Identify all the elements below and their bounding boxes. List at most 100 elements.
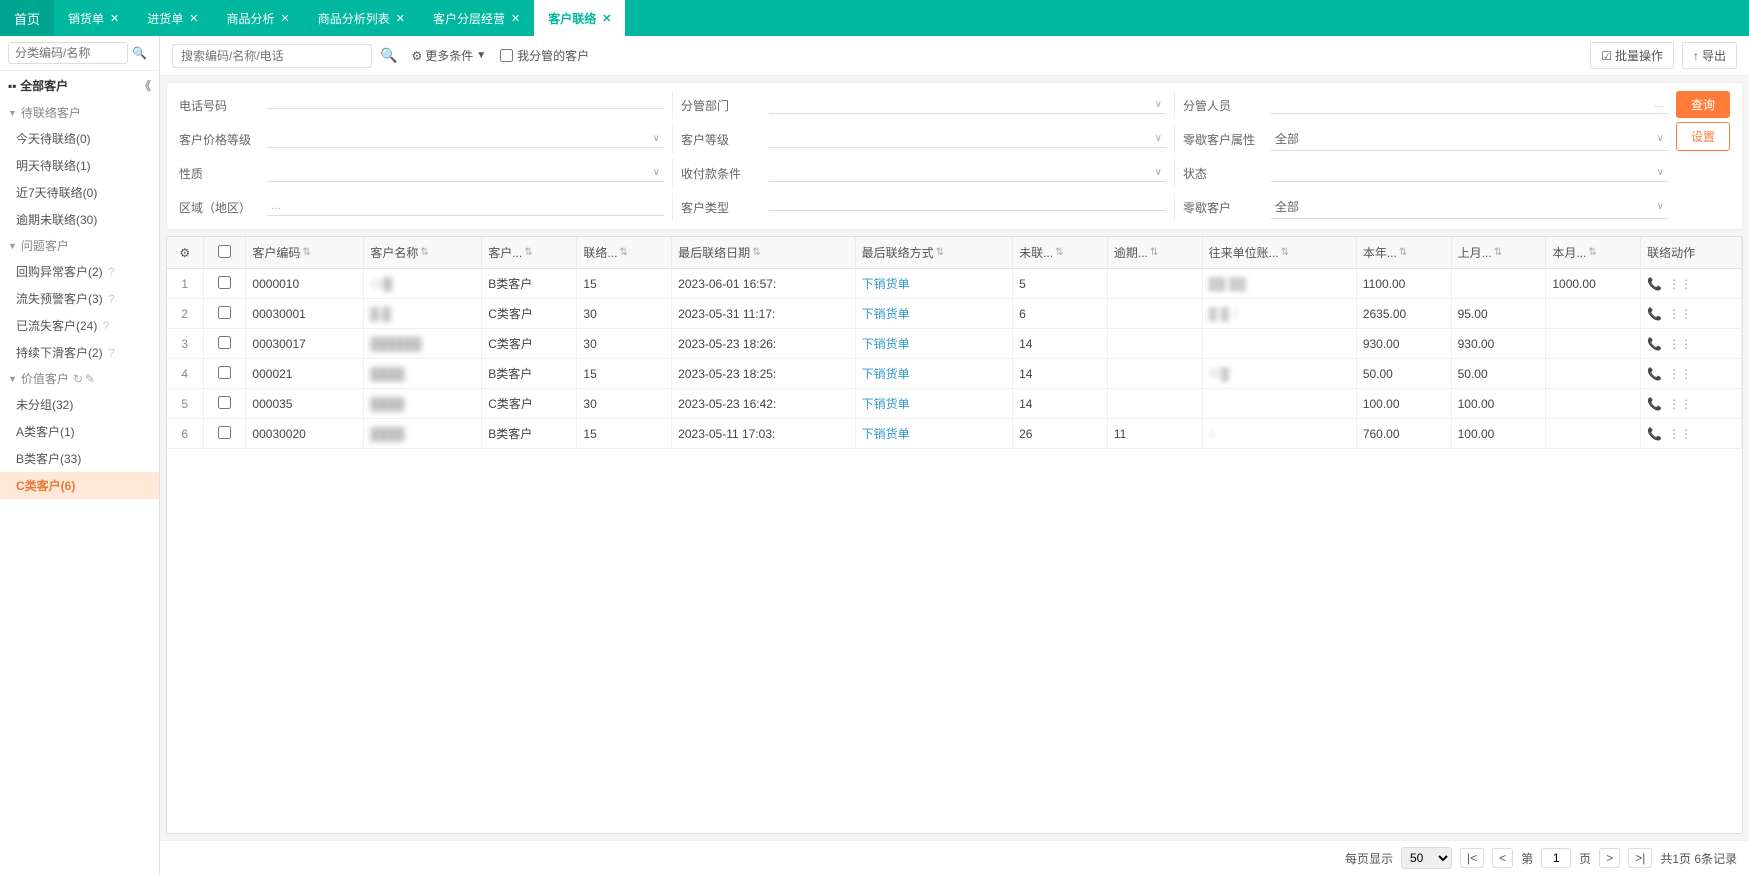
sort-overdue-icon[interactable]: ⇅ bbox=[1150, 247, 1158, 258]
row-last-method[interactable]: 下销货单 bbox=[855, 329, 1013, 359]
row-last-method[interactable]: 下销货单 bbox=[855, 359, 1013, 389]
collapse-all-icon[interactable]: 《 bbox=[139, 77, 151, 94]
th-unit-balance[interactable]: 往来单位账...⇅ bbox=[1202, 237, 1356, 269]
row-checkbox[interactable] bbox=[218, 306, 231, 319]
sidebar-item-tomorrow[interactable]: 明天待联络(1) bbox=[0, 152, 159, 179]
th-code[interactable]: 客户编码⇅ bbox=[246, 237, 364, 269]
sidebar-item-today[interactable]: 今天待联络(0) bbox=[0, 125, 159, 152]
th-class[interactable]: 客户...⇅ bbox=[482, 237, 577, 269]
row-checkbox-cell[interactable] bbox=[203, 329, 246, 359]
payment-select[interactable]: ∨ bbox=[769, 164, 1166, 182]
zero-select[interactable]: 全部 ∨ bbox=[1271, 195, 1668, 219]
row-checkbox[interactable] bbox=[218, 366, 231, 379]
export-btn[interactable]: ↑ 导出 bbox=[1682, 42, 1737, 69]
nav-sales[interactable]: 销货单 ✕ bbox=[54, 0, 133, 36]
phone-input[interactable] bbox=[267, 102, 664, 109]
row-checkbox[interactable] bbox=[218, 426, 231, 439]
row-last-method[interactable]: 下销货单 bbox=[855, 269, 1013, 299]
sidebar-group-problem[interactable]: 问题客户 bbox=[0, 233, 159, 258]
sidebar-item-b-class[interactable]: B类客户(33) bbox=[0, 445, 159, 472]
manager-select[interactable]: … bbox=[1271, 96, 1668, 114]
edit-icon[interactable]: ✎ bbox=[85, 372, 95, 386]
row-checkbox-cell[interactable] bbox=[203, 299, 246, 329]
row-last-method[interactable]: 下销货单 bbox=[855, 419, 1013, 449]
th-overdue[interactable]: 逾期...⇅ bbox=[1107, 237, 1202, 269]
row-last-method[interactable]: 下销货单 bbox=[855, 389, 1013, 419]
row-checkbox[interactable] bbox=[218, 396, 231, 409]
th-last-date[interactable]: 最后联络日期⇅ bbox=[672, 237, 855, 269]
dept-select[interactable]: ∨ bbox=[769, 96, 1166, 114]
settings-btn[interactable]: 设置 bbox=[1676, 122, 1730, 151]
action-phone-icon[interactable]: 📞 bbox=[1647, 277, 1662, 291]
sidebar-item-continuous-decline[interactable]: 持续下滑客户(2) ? bbox=[0, 339, 159, 366]
close-sales-icon[interactable]: ✕ bbox=[110, 12, 119, 25]
th-last-method[interactable]: 最后联络方式⇅ bbox=[855, 237, 1013, 269]
action-phone-icon[interactable]: 📞 bbox=[1647, 397, 1662, 411]
query-btn[interactable]: 查询 bbox=[1676, 91, 1730, 118]
level-select[interactable]: ∨ bbox=[769, 130, 1166, 148]
my-customers-checkbox-label[interactable]: 我分管的客户 bbox=[500, 47, 589, 64]
gear-icon[interactable]: ⚙ bbox=[179, 246, 190, 260]
th-checkbox[interactable] bbox=[203, 237, 246, 269]
sort-name-icon[interactable]: ⇅ bbox=[420, 247, 428, 258]
sidebar-item-a-class[interactable]: A类客户(1) bbox=[0, 418, 159, 445]
nav-purchase[interactable]: 进货单 ✕ bbox=[133, 0, 212, 36]
status-select[interactable]: ∨ bbox=[1271, 164, 1668, 182]
zero-attr-select[interactable]: 全部 ∨ bbox=[1271, 127, 1668, 151]
sort-contact-icon[interactable]: ⇅ bbox=[619, 247, 627, 258]
sidebar-search-input[interactable] bbox=[8, 42, 128, 64]
th-this-month[interactable]: 本月...⇅ bbox=[1546, 237, 1641, 269]
th-last-month[interactable]: 上月...⇅ bbox=[1451, 237, 1546, 269]
row-checkbox-cell[interactable] bbox=[203, 389, 246, 419]
row-checkbox-cell[interactable] bbox=[203, 359, 246, 389]
sort-code-icon[interactable]: ⇅ bbox=[302, 247, 310, 258]
sidebar-item-lost[interactable]: 已流失客户(24) ? bbox=[0, 312, 159, 339]
sidebar-group-value[interactable]: 价值客户 ↻ ✎ bbox=[0, 366, 159, 391]
per-page-select[interactable]: 50 100 bbox=[1401, 847, 1452, 869]
last-page-btn[interactable]: >| bbox=[1628, 848, 1652, 868]
sort-date-icon[interactable]: ⇅ bbox=[752, 247, 760, 258]
sidebar-item-overdue[interactable]: 逾期未联络(30) bbox=[0, 206, 159, 233]
action-phone-icon[interactable]: 📞 bbox=[1647, 337, 1662, 351]
ctype-select[interactable] bbox=[769, 204, 1166, 211]
sort-class-icon[interactable]: ⇅ bbox=[524, 247, 532, 258]
nav-analysis-list[interactable]: 商品分析列表 ✕ bbox=[304, 0, 419, 36]
action-more-icon[interactable]: ⋮⋮ bbox=[1668, 397, 1692, 411]
price-select[interactable]: ∨ bbox=[267, 130, 664, 148]
row-checkbox[interactable] bbox=[218, 336, 231, 349]
close-analysis-list-icon[interactable]: ✕ bbox=[396, 12, 405, 25]
sort-not-contacted-icon[interactable]: ⇅ bbox=[1055, 247, 1063, 258]
sidebar-item-lost-warning[interactable]: 流失预警客户(3) ? bbox=[0, 285, 159, 312]
search-btn[interactable]: 🔍 bbox=[380, 47, 397, 64]
sidebar-item-week[interactable]: 近7天待联络(0) bbox=[0, 179, 159, 206]
nature-select[interactable]: ∨ bbox=[267, 164, 664, 182]
close-analysis-icon[interactable]: ✕ bbox=[281, 12, 290, 25]
th-name[interactable]: 客户名称⇅ bbox=[364, 237, 482, 269]
nav-analysis[interactable]: 商品分析 ✕ bbox=[212, 0, 303, 36]
nav-customer-contact[interactable]: 客户联络 ✕ bbox=[534, 0, 625, 36]
th-not-contacted[interactable]: 未联...⇅ bbox=[1013, 237, 1108, 269]
refresh-icon[interactable]: ↻ bbox=[73, 372, 83, 386]
th-contact[interactable]: 联络...⇅ bbox=[577, 237, 672, 269]
sidebar-search-icon[interactable]: 🔍 bbox=[132, 46, 147, 60]
sidebar-group-pending[interactable]: 待联络客户 bbox=[0, 100, 159, 125]
next-page-btn[interactable]: > bbox=[1599, 848, 1620, 868]
sidebar-item-c-class[interactable]: C类客户(6) bbox=[0, 472, 159, 499]
page-input[interactable] bbox=[1541, 848, 1571, 868]
nav-customer-tier[interactable]: 客户分层经营 ✕ bbox=[419, 0, 534, 36]
prev-page-btn[interactable]: < bbox=[1492, 848, 1513, 868]
more-conditions-btn[interactable]: ⚙ 更多条件 ▼ bbox=[405, 44, 492, 67]
action-more-icon[interactable]: ⋮⋮ bbox=[1668, 427, 1692, 441]
sidebar-item-ungrouped[interactable]: 未分组(32) bbox=[0, 391, 159, 418]
sidebar-item-repurchase-abnormal[interactable]: 回购异常客户(2) ? bbox=[0, 258, 159, 285]
search-input[interactable] bbox=[172, 44, 372, 68]
close-purchase-icon[interactable]: ✕ bbox=[189, 12, 198, 25]
sort-method-icon[interactable]: ⇅ bbox=[936, 247, 944, 258]
sidebar-all-customers[interactable]: ▪▪ 全部客户 《 bbox=[0, 71, 159, 100]
action-more-icon[interactable]: ⋮⋮ bbox=[1668, 367, 1692, 381]
action-phone-icon[interactable]: 📞 bbox=[1647, 307, 1662, 321]
region-select[interactable]: … bbox=[267, 198, 664, 216]
action-phone-icon[interactable]: 📞 bbox=[1647, 427, 1662, 441]
nav-home[interactable]: 首页 bbox=[0, 0, 54, 36]
sort-last-month-icon[interactable]: ⇅ bbox=[1494, 247, 1502, 258]
